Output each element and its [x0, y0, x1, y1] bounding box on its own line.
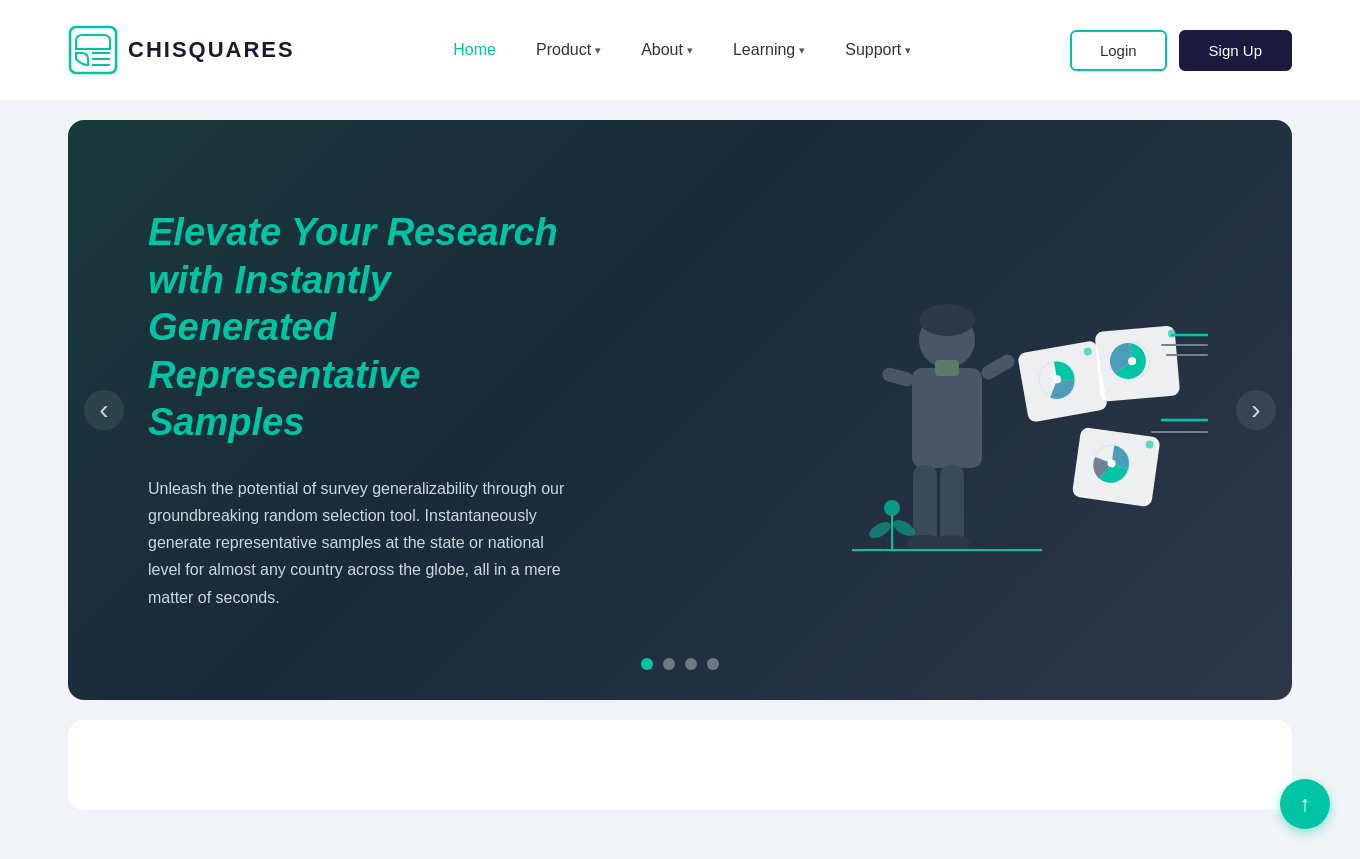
- nav-learning[interactable]: Learning ▾: [717, 33, 821, 67]
- nav-about[interactable]: About ▾: [625, 33, 709, 67]
- svg-rect-9: [913, 465, 937, 545]
- svg-rect-8: [979, 352, 1017, 382]
- svg-point-16: [884, 500, 900, 516]
- main-nav: Home Product ▾ About ▾ Learning ▾ Suppor…: [437, 33, 927, 67]
- carousel-dot-3[interactable]: [685, 658, 697, 670]
- hero-illustration: [792, 220, 1212, 600]
- svg-point-5: [919, 304, 975, 336]
- hero-description: Unleash the potential of survey generali…: [148, 475, 568, 611]
- chevron-down-icon: ▾: [687, 44, 693, 57]
- logo-icon: [68, 25, 118, 75]
- svg-rect-7: [881, 366, 916, 388]
- chevron-down-icon: ▾: [905, 44, 911, 57]
- header: CHISQUARES Home Product ▾ About ▾ Learni…: [0, 0, 1360, 100]
- carousel-dots: [641, 658, 719, 670]
- carousel-prev-button[interactable]: ‹: [84, 390, 124, 430]
- hero-section: ‹ Elevate Your Research with Instantly G…: [68, 120, 1292, 700]
- nav-support[interactable]: Support ▾: [829, 33, 927, 67]
- chevron-down-icon: ▾: [595, 44, 601, 57]
- carousel-dot-1[interactable]: [641, 658, 653, 670]
- svg-point-17: [867, 519, 894, 541]
- svg-rect-6: [912, 368, 982, 468]
- logo-area: CHISQUARES: [68, 25, 295, 75]
- hero-content: Elevate Your Research with Instantly Gen…: [68, 149, 648, 670]
- carousel-next-button[interactable]: ›: [1236, 390, 1276, 430]
- hero-title: Elevate Your Research with Instantly Gen…: [148, 209, 568, 447]
- svg-point-12: [934, 535, 970, 551]
- svg-rect-10: [940, 465, 964, 545]
- nav-product[interactable]: Product ▾: [520, 33, 617, 67]
- logo-text: CHISQUARES: [128, 37, 295, 63]
- below-hero-section: [68, 720, 1292, 810]
- signup-button[interactable]: Sign Up: [1179, 30, 1292, 71]
- carousel-dot-2[interactable]: [663, 658, 675, 670]
- header-buttons: Login Sign Up: [1070, 30, 1292, 71]
- nav-home[interactable]: Home: [437, 33, 512, 67]
- scroll-to-top-button[interactable]: ↑: [1280, 779, 1330, 829]
- svg-rect-13: [935, 360, 959, 376]
- chevron-down-icon: ▾: [799, 44, 805, 57]
- login-button[interactable]: Login: [1070, 30, 1167, 71]
- carousel-dot-4[interactable]: [707, 658, 719, 670]
